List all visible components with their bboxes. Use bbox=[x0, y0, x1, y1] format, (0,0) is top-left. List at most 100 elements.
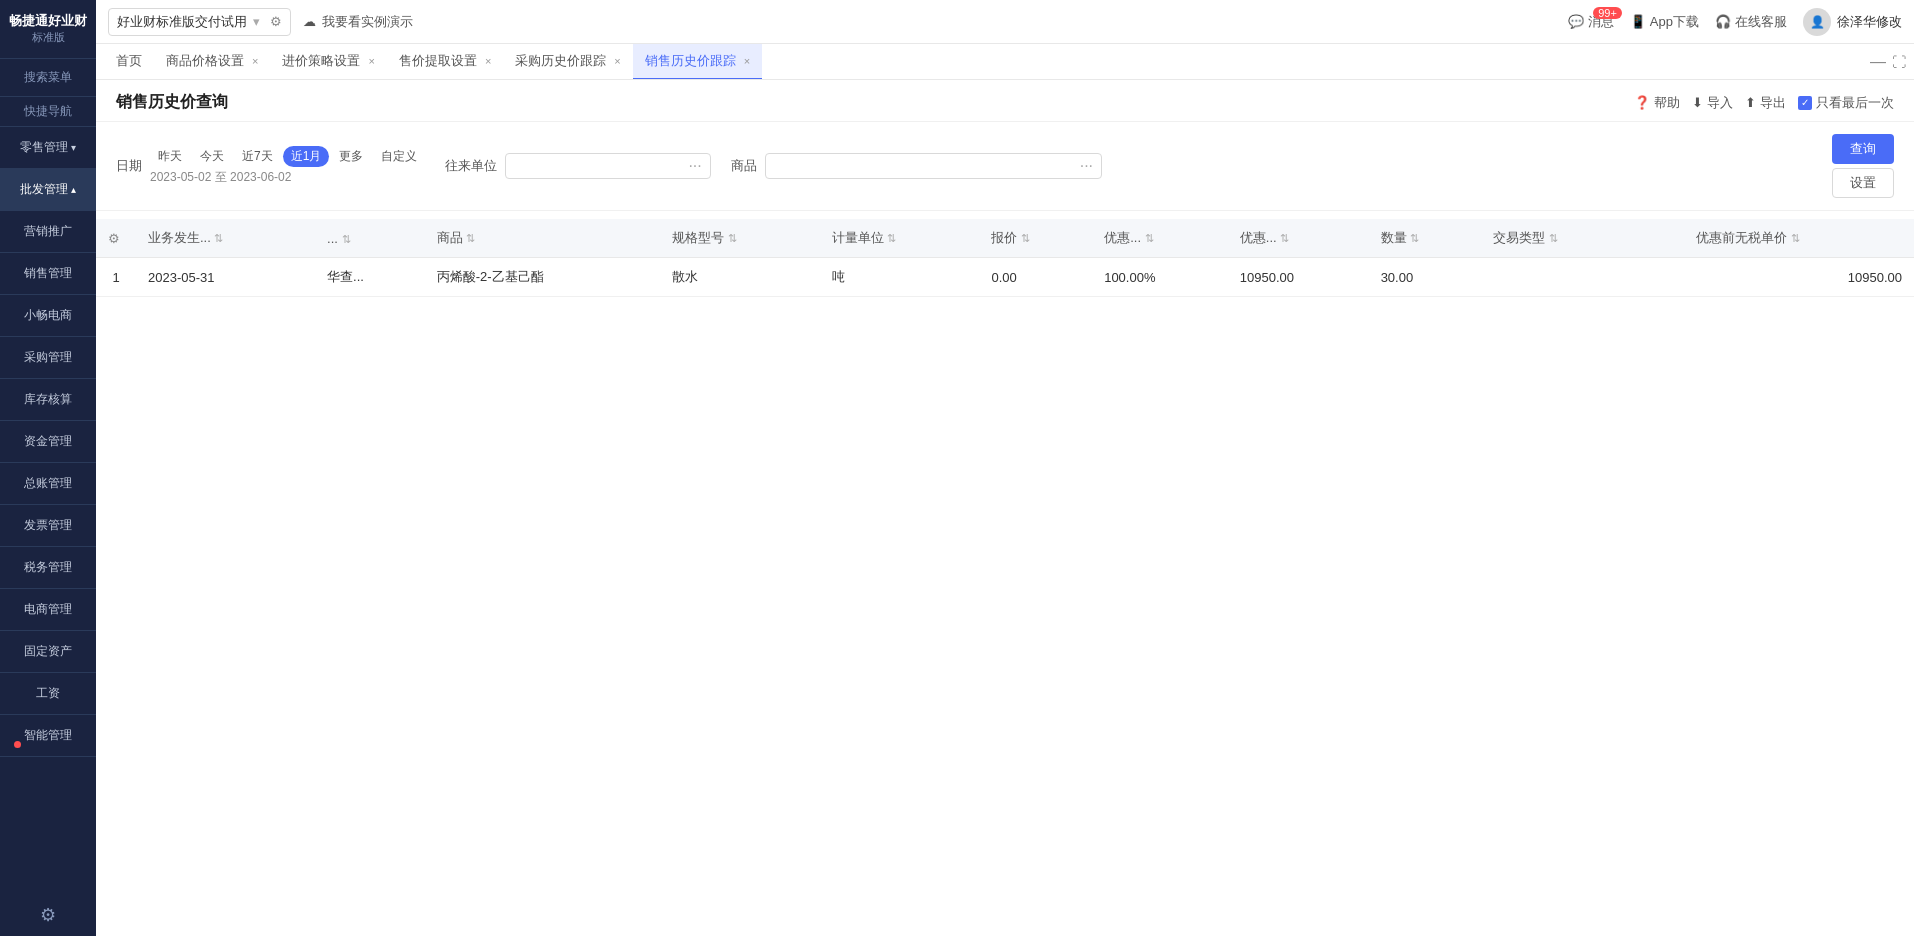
tab-label: 进价策略设置 bbox=[282, 52, 360, 70]
sort-icon: ⇅ bbox=[887, 232, 896, 244]
col-product[interactable]: 商品 ⇅ bbox=[425, 219, 661, 258]
sidebar-item-label: 工资 bbox=[36, 686, 60, 700]
demo-link[interactable]: ☁ 我要看实例演示 bbox=[303, 13, 413, 31]
cell-spacer bbox=[1641, 258, 1684, 297]
tab-close-icon[interactable]: × bbox=[485, 55, 491, 67]
app-download-button[interactable]: 📱 App下载 bbox=[1630, 13, 1699, 31]
tab-close-icon[interactable]: × bbox=[252, 55, 258, 67]
source-unit-input-wrap: ··· bbox=[505, 153, 710, 179]
sort-icon: ⇅ bbox=[1145, 232, 1154, 244]
col-discount1-label: 优惠... bbox=[1104, 230, 1141, 245]
maximize-icon[interactable]: ⛶ bbox=[1892, 54, 1906, 70]
product-filter-label: 商品 bbox=[731, 157, 757, 175]
product-dots-icon[interactable]: ··· bbox=[1080, 157, 1093, 175]
page-title: 销售历史价查询 bbox=[116, 92, 228, 113]
col-spec[interactable]: 规格型号 ⇅ bbox=[660, 219, 820, 258]
message-button[interactable]: 💬 消息 99+ bbox=[1568, 13, 1614, 31]
help-button[interactable]: ❓ 帮助 bbox=[1634, 94, 1680, 112]
sidebar-item-finance[interactable]: 资金管理 bbox=[0, 421, 96, 463]
import-label: 导入 bbox=[1707, 94, 1733, 112]
sidebar-item-ecommerce[interactable]: 电商管理 bbox=[0, 589, 96, 631]
sidebar-item-ai[interactable]: 智能管理 bbox=[0, 715, 96, 757]
sidebar-item-fixed-assets[interactable]: 固定资产 bbox=[0, 631, 96, 673]
tab-close-icon[interactable]: × bbox=[744, 55, 750, 67]
sidebar-item-salary[interactable]: 工资 bbox=[0, 673, 96, 715]
query-button[interactable]: 查询 bbox=[1832, 134, 1894, 164]
tab-price-extract[interactable]: 售价提取设置 × bbox=[387, 44, 503, 80]
col-quantity[interactable]: 数量 ⇅ bbox=[1369, 219, 1482, 258]
col-spacer bbox=[1641, 219, 1684, 258]
settings-button[interactable]: 设置 bbox=[1832, 168, 1894, 198]
sort-icon: ⇅ bbox=[1410, 232, 1419, 244]
user-menu[interactable]: 👤 徐泽华修改 bbox=[1803, 8, 1902, 36]
sidebar-item-label: 批发管理 bbox=[20, 181, 68, 198]
col-unit[interactable]: 计量单位 ⇅ bbox=[820, 219, 980, 258]
cloud-icon: ☁ bbox=[303, 14, 316, 29]
col-trade-type-label: 交易类型 bbox=[1493, 230, 1545, 245]
sidebar-item-ecommerce-small[interactable]: 小畅电商 bbox=[0, 295, 96, 337]
sidebar-item-retail[interactable]: 零售管理 ▾ bbox=[0, 127, 96, 169]
tab-home[interactable]: 首页 bbox=[104, 44, 154, 80]
sidebar-item-invoice[interactable]: 发票管理 bbox=[0, 505, 96, 547]
date-pill-1month[interactable]: 近1月 bbox=[283, 146, 330, 167]
date-pill-7days[interactable]: 近7天 bbox=[234, 146, 281, 167]
tab-product-price[interactable]: 商品价格设置 × bbox=[154, 44, 270, 80]
sidebar-item-ledger[interactable]: 总账管理 bbox=[0, 463, 96, 505]
source-unit-dots-icon[interactable]: ··· bbox=[688, 157, 701, 175]
tab-close-icon[interactable]: × bbox=[368, 55, 374, 67]
date-range-text: 2023-05-02 至 2023-06-02 bbox=[150, 169, 425, 186]
column-settings-icon[interactable]: ⚙ bbox=[108, 231, 120, 246]
message-icon: 💬 bbox=[1568, 14, 1584, 29]
version-selector[interactable]: 好业财标准版交付试用 ▾ ⚙ bbox=[108, 8, 291, 36]
tab-close-icon[interactable]: × bbox=[614, 55, 620, 67]
sidebar-item-wholesale[interactable]: 批发管理 ▴ bbox=[0, 169, 96, 211]
sidebar-settings-icon[interactable]: ⚙ bbox=[0, 894, 96, 936]
product-input[interactable] bbox=[774, 159, 1074, 174]
export-button[interactable]: ⬆ 导出 bbox=[1745, 94, 1786, 112]
sidebar-item-purchase[interactable]: 采购管理 bbox=[0, 337, 96, 379]
col-price-label: 报价 bbox=[991, 230, 1017, 245]
main-area: 好业财标准版交付试用 ▾ ⚙ ☁ 我要看实例演示 💬 消息 99+ 📱 App下… bbox=[96, 0, 1914, 936]
online-service-button[interactable]: 🎧 在线客服 bbox=[1715, 13, 1787, 31]
sidebar-item-sales[interactable]: 销售管理 bbox=[0, 253, 96, 295]
sidebar-item-tax[interactable]: 税务管理 bbox=[0, 547, 96, 589]
sidebar-item-marketing[interactable]: 营销推广 bbox=[0, 211, 96, 253]
last-only-checkbox[interactable]: ✓ 只看最后一次 bbox=[1798, 94, 1894, 112]
col-discount2[interactable]: 优惠... ⇅ bbox=[1228, 219, 1369, 258]
col-extra-label: ... bbox=[327, 231, 338, 246]
table-row: 1 2023-05-31 华查... 丙烯酸-2-乙基己酯 散水 吨 0.00 … bbox=[96, 258, 1914, 297]
col-price[interactable]: 报价 ⇅ bbox=[979, 219, 1092, 258]
sort-icon: ⇅ bbox=[1549, 232, 1558, 244]
source-unit-input[interactable] bbox=[514, 159, 682, 174]
sort-icon: ⇅ bbox=[1021, 232, 1030, 244]
sidebar-item-inventory[interactable]: 库存核算 bbox=[0, 379, 96, 421]
source-unit-filter-group: 往来单位 ··· bbox=[445, 153, 710, 179]
col-trade-type[interactable]: 交易类型 ⇅ bbox=[1481, 219, 1641, 258]
online-service-label: 在线客服 bbox=[1735, 13, 1787, 31]
date-pill-more[interactable]: 更多 bbox=[331, 146, 371, 167]
date-pill-yesterday[interactable]: 昨天 bbox=[150, 146, 190, 167]
tab-purchase-strategy[interactable]: 进价策略设置 × bbox=[270, 44, 386, 80]
col-biz-date[interactable]: 业务发生... ⇅ bbox=[136, 219, 315, 258]
tab-label: 采购历史价跟踪 bbox=[515, 52, 606, 70]
tab-purchase-history[interactable]: 采购历史价跟踪 × bbox=[503, 44, 632, 80]
cell-discount1: 100.00% bbox=[1092, 258, 1228, 297]
sidebar-item-label: 资金管理 bbox=[24, 434, 72, 448]
sidebar-quick-nav[interactable]: 快捷导航 bbox=[0, 97, 96, 127]
col-discount1[interactable]: 优惠... ⇅ bbox=[1092, 219, 1228, 258]
col-extra[interactable]: ... ⇅ bbox=[315, 219, 425, 258]
cell-unit: 吨 bbox=[820, 258, 980, 297]
cell-index: 1 bbox=[96, 258, 136, 297]
import-button[interactable]: ⬇ 导入 bbox=[1692, 94, 1733, 112]
version-selector-label: 好业财标准版交付试用 bbox=[117, 13, 247, 31]
cell-biz-date: 2023-05-31 bbox=[136, 258, 315, 297]
date-pill-custom[interactable]: 自定义 bbox=[373, 146, 425, 167]
cell-pretax-price: 10950.00 bbox=[1684, 258, 1914, 297]
settings-icon[interactable]: ⚙ bbox=[270, 14, 282, 29]
minimize-icon[interactable]: — bbox=[1870, 53, 1886, 71]
col-pretax-price[interactable]: 优惠前无税单价 ⇅ bbox=[1684, 219, 1914, 258]
sidebar-search[interactable]: 搜索菜单 bbox=[0, 59, 96, 97]
date-pill-today[interactable]: 今天 bbox=[192, 146, 232, 167]
tab-sales-history[interactable]: 销售历史价跟踪 × bbox=[633, 44, 762, 80]
sidebar-item-label: 电商管理 bbox=[24, 602, 72, 616]
